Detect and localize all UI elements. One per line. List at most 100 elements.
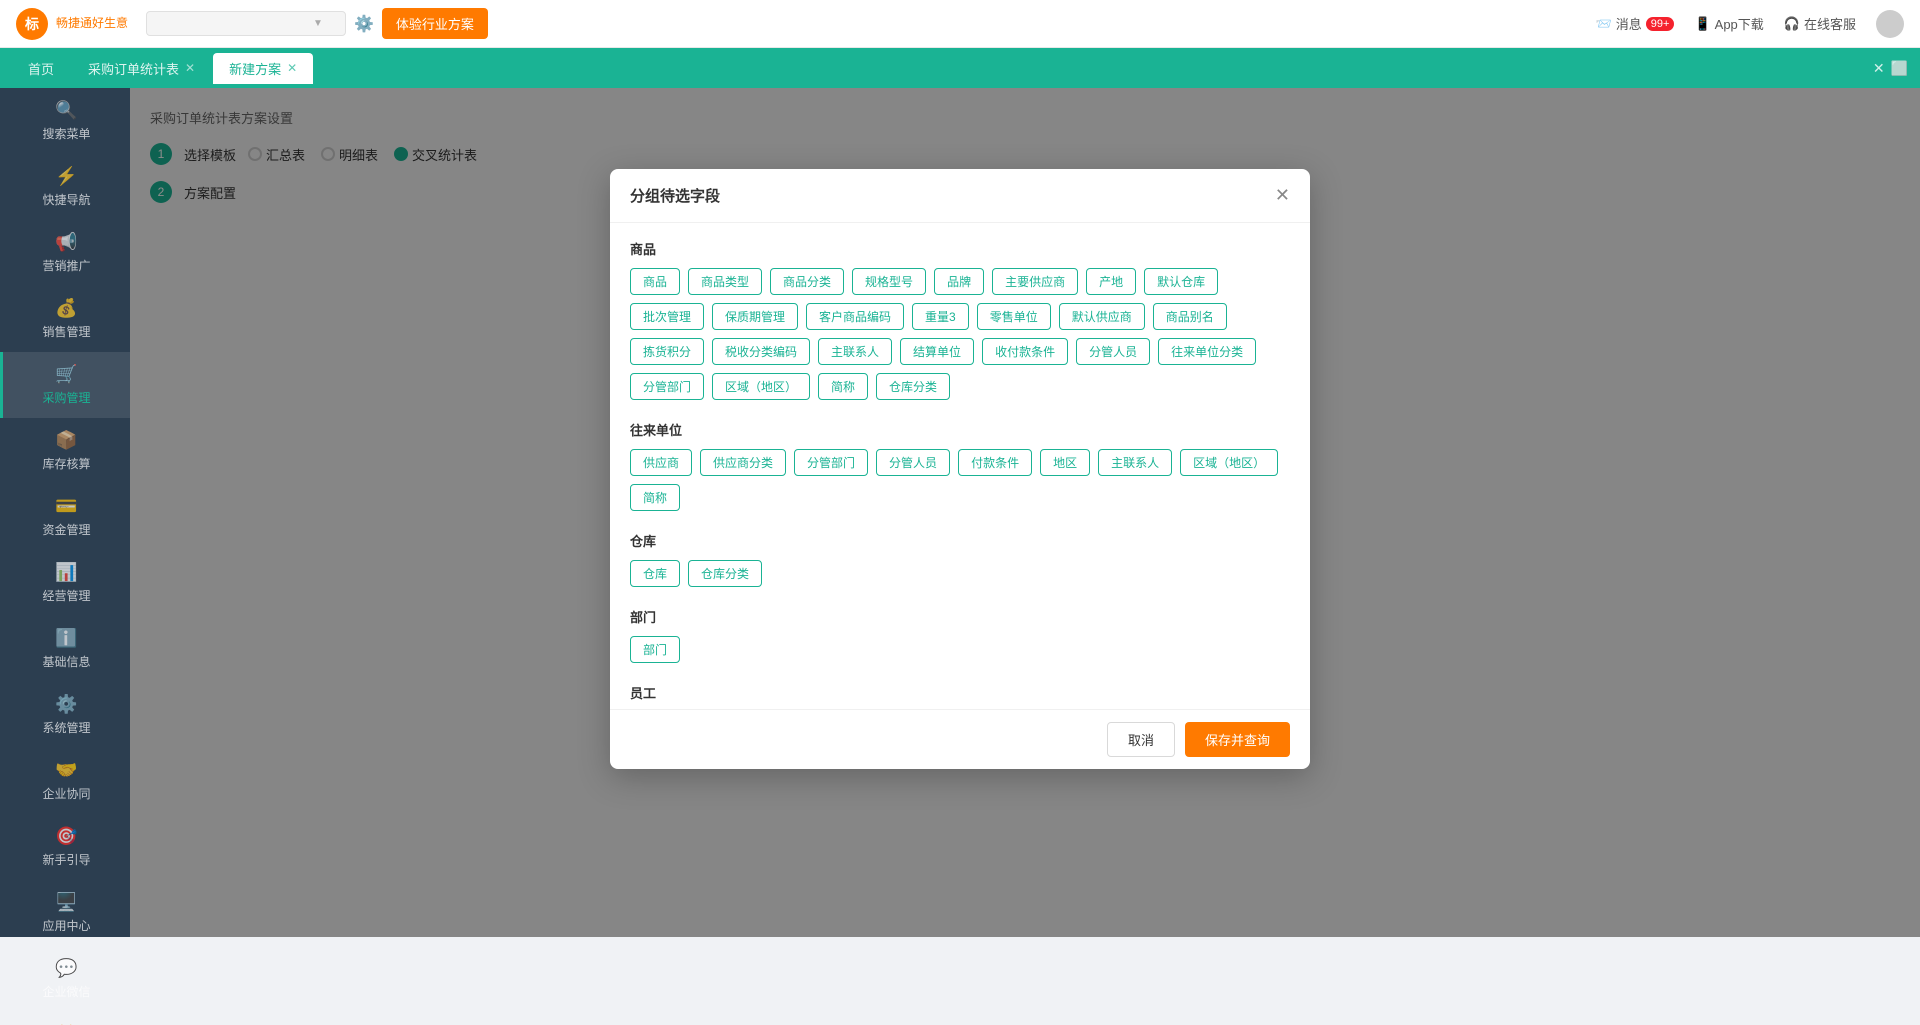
field-tag-warehouse-category[interactable]: 仓库分类 — [876, 373, 950, 400]
field-tag-supplier[interactable]: 供应商 — [630, 449, 692, 476]
search-input[interactable] — [157, 16, 307, 31]
sales-icon: 💰 — [55, 298, 77, 319]
field-tag-main-supplier[interactable]: 主要供应商 — [992, 268, 1078, 295]
trial-button[interactable]: 体验行业方案 — [382, 8, 488, 39]
online-service-item[interactable]: 🎧 在线客服 — [1784, 14, 1856, 33]
message-badge: 99+ — [1646, 17, 1675, 31]
field-tag-settlement-unit[interactable]: 结算单位 — [900, 338, 974, 365]
field-tag-responsible-person2[interactable]: 分管人员 — [876, 449, 950, 476]
sidebar-item-sales[interactable]: 💰 销售管理 — [0, 286, 130, 352]
field-selection-dialog: 分组待选字段 ✕ 商品 商品 商品类型 商品分类 规格型号 品牌 主要供应商 产… — [610, 169, 1310, 769]
sidebar-item-system[interactable]: ⚙️ 系统管理 — [0, 682, 130, 748]
section-staff-title: 员工 — [630, 683, 1290, 702]
marketing-icon: 📢 — [55, 232, 77, 253]
field-tag-product-type[interactable]: 商品类型 — [688, 268, 762, 295]
header-settings-icon[interactable]: ⚙️ — [354, 14, 374, 34]
field-tag-region[interactable]: 区域（地区） — [712, 373, 810, 400]
dialog-header: 分组待选字段 ✕ — [610, 169, 1310, 223]
dialog-body: 商品 商品 商品类型 商品分类 规格型号 品牌 主要供应商 产地 默认仓库 批次… — [610, 223, 1310, 709]
field-tag-department[interactable]: 部门 — [630, 636, 680, 663]
field-tag-default-supplier[interactable]: 默认供应商 — [1059, 303, 1145, 330]
sidebar-item-finance[interactable]: 💳 资金管理 — [0, 484, 130, 550]
field-tag-default-warehouse[interactable]: 默认仓库 — [1144, 268, 1218, 295]
sidebar-item-management[interactable]: 📊 经营管理 — [0, 550, 130, 616]
avatar[interactable] — [1876, 10, 1904, 38]
field-tag-partner-category[interactable]: 往来单位分类 — [1158, 338, 1256, 365]
field-tag-payment-terms[interactable]: 收付款条件 — [982, 338, 1068, 365]
shortcuts-icon: ⚡ — [55, 166, 77, 187]
confirm-button[interactable]: 保存并查询 — [1185, 722, 1290, 757]
app-download-item[interactable]: 📱 App下载 — [1694, 14, 1763, 33]
dialog-close-button[interactable]: ✕ — [1275, 186, 1290, 204]
sidebar-item-apps[interactable]: 🖥️ 应用中心 — [0, 880, 130, 946]
field-tag-warehouse[interactable]: 仓库 — [630, 560, 680, 587]
section-warehouse-title: 仓库 — [630, 531, 1290, 550]
logo-text: 畅捷通好生意 — [56, 16, 128, 30]
warehouse-field-grid: 仓库 仓库分类 — [630, 560, 1290, 587]
sidebar-item-purchase[interactable]: 🛒 采购管理 — [0, 352, 130, 418]
sidebar-item-search[interactable]: 🔍 搜索菜单 — [0, 88, 130, 154]
close-purchase-stats-tab[interactable]: ✕ — [185, 61, 195, 75]
partner-field-grid: 供应商 供应商分类 分管部门 分管人员 付款条件 地区 主联系人 区域（地区） … — [630, 449, 1290, 511]
sidebar-item-shortcuts[interactable]: ⚡ 快捷导航 — [0, 154, 130, 220]
tab-purchase-stats[interactable]: 采购订单统计表 ✕ — [72, 53, 211, 84]
field-tag-contact[interactable]: 主联系人 — [1098, 449, 1172, 476]
tab-new-plan[interactable]: 新建方案 ✕ — [213, 53, 313, 84]
field-tag-brand[interactable]: 品牌 — [934, 268, 984, 295]
field-tag-abbr[interactable]: 简称 — [818, 373, 868, 400]
message-item[interactable]: 📨 消息 99+ — [1596, 14, 1675, 33]
field-tag-product-category[interactable]: 商品分类 — [770, 268, 844, 295]
field-tag-pick-points[interactable]: 拣货积分 — [630, 338, 704, 365]
section-partner-title: 往来单位 — [630, 420, 1290, 439]
apps-icon: 🖥️ — [55, 892, 77, 913]
close-new-plan-tab[interactable]: ✕ — [287, 61, 297, 75]
field-tag-wh-category[interactable]: 仓库分类 — [688, 560, 762, 587]
sidebar-item-collab[interactable]: 🤝 企业协同 — [0, 748, 130, 814]
field-tag-responsible-person[interactable]: 分管人员 — [1076, 338, 1150, 365]
field-tag-area[interactable]: 地区 — [1040, 449, 1090, 476]
basic-info-icon: ℹ️ — [55, 628, 77, 649]
inventory-icon: 📦 — [55, 430, 77, 451]
app-download-icon: 📱 — [1694, 16, 1710, 32]
section-dept: 部门 部门 — [630, 607, 1290, 663]
field-tag-customer-code[interactable]: 客户商品编码 — [806, 303, 904, 330]
field-tag-retail-unit[interactable]: 零售单位 — [977, 303, 1051, 330]
nav-tabs: 首页 采购订单统计表 ✕ 新建方案 ✕ ✕ ⬜ — [0, 48, 1920, 88]
section-partner: 往来单位 供应商 供应商分类 分管部门 分管人员 付款条件 地区 主联系人 区域… — [630, 420, 1290, 511]
field-tag-region2[interactable]: 区域（地区） — [1180, 449, 1278, 476]
cancel-button[interactable]: 取消 — [1107, 722, 1175, 757]
field-tag-spec-model[interactable]: 规格型号 — [852, 268, 926, 295]
field-tag-batch-mgmt[interactable]: 批次管理 — [630, 303, 704, 330]
tab-home[interactable]: 首页 — [12, 53, 70, 84]
section-staff: 员工 业务员 — [630, 683, 1290, 709]
dialog-footer: 取消 保存并查询 — [610, 709, 1310, 769]
purchase-icon: 🛒 — [55, 364, 77, 385]
field-tag-product[interactable]: 商品 — [630, 268, 680, 295]
online-service-icon: 🎧 — [1784, 16, 1800, 32]
top-header: 标 畅捷通好生意 ▼ ⚙️ 体验行业方案 📨 消息 99+ 📱 App下载 🎧 … — [0, 0, 1920, 48]
sidebar-item-marketing[interactable]: 📢 营销推广 — [0, 220, 130, 286]
field-tag-responsible-dept[interactable]: 分管部门 — [630, 373, 704, 400]
sidebar-item-inventory[interactable]: 📦 库存核算 — [0, 418, 130, 484]
field-tag-main-contact[interactable]: 主联系人 — [818, 338, 892, 365]
nav-minimize-icon[interactable]: ✕ — [1873, 60, 1885, 77]
field-tag-tax-code[interactable]: 税收分类编码 — [712, 338, 810, 365]
section-warehouse: 仓库 仓库 仓库分类 — [630, 531, 1290, 587]
product-field-grid: 商品 商品类型 商品分类 规格型号 品牌 主要供应商 产地 默认仓库 批次管理 … — [630, 268, 1290, 400]
search-input-wrap[interactable]: ▼ — [146, 11, 346, 36]
system-icon: ⚙️ — [55, 694, 77, 715]
field-tag-origin[interactable]: 产地 — [1086, 268, 1136, 295]
field-tag-supplier-category[interactable]: 供应商分类 — [700, 449, 786, 476]
sidebar: 🔍 搜索菜单 ⚡ 快捷导航 📢 营销推广 💰 销售管理 🛒 采购管理 📦 库存核… — [0, 88, 130, 937]
field-tag-weight[interactable]: 重量3 — [912, 303, 969, 330]
sidebar-item-basic-info[interactable]: ℹ️ 基础信息 — [0, 616, 130, 682]
field-tag-alias[interactable]: 商品别名 — [1153, 303, 1227, 330]
sidebar-item-guide[interactable]: 🎯 新手引导 — [0, 814, 130, 880]
field-tag-abbr2[interactable]: 简称 — [630, 484, 680, 511]
field-tag-dept[interactable]: 分管部门 — [794, 449, 868, 476]
nav-expand-icon[interactable]: ⬜ — [1891, 60, 1908, 77]
field-tag-payment-cond[interactable]: 付款条件 — [958, 449, 1032, 476]
section-dept-title: 部门 — [630, 607, 1290, 626]
logo-area: 标 畅捷通好生意 — [16, 8, 146, 40]
field-tag-expiry-mgmt[interactable]: 保质期管理 — [712, 303, 798, 330]
